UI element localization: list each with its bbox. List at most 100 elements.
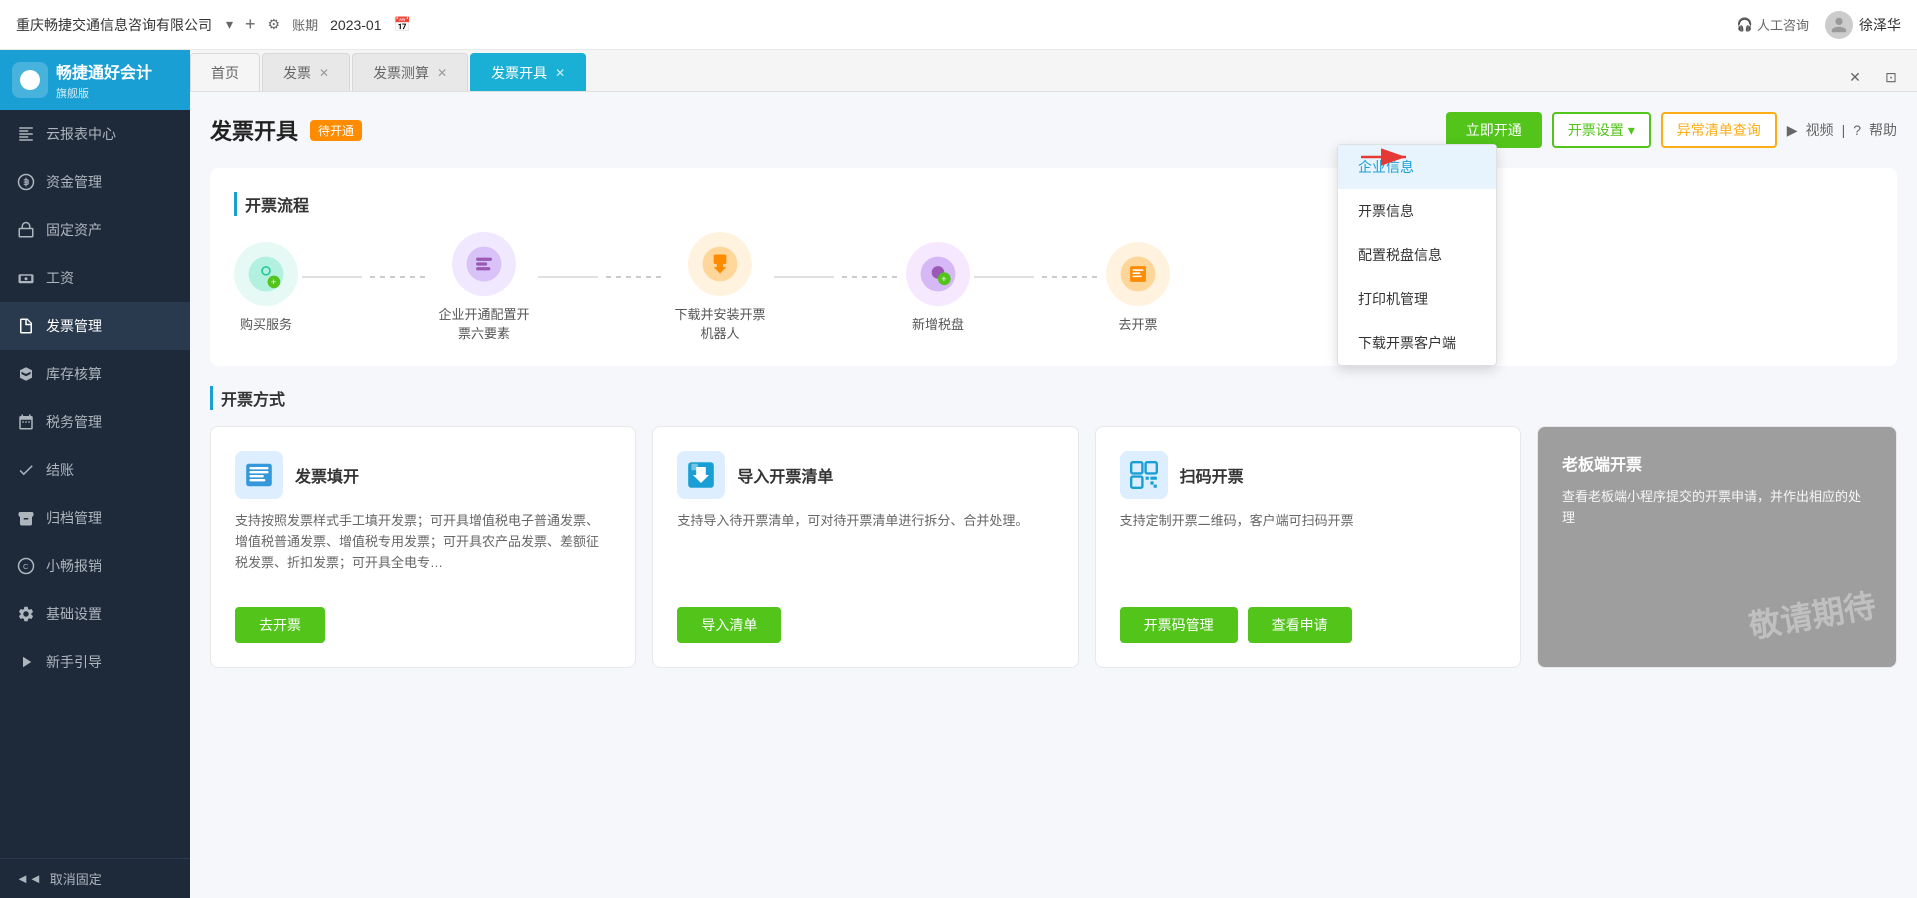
abnormal-btn[interactable]: 异常清单查询 bbox=[1661, 112, 1777, 148]
method-card-header: 老板端开票 bbox=[1562, 451, 1872, 475]
report-icon: C bbox=[16, 556, 36, 576]
flow-divider-dots2 bbox=[606, 276, 666, 278]
scan-apply-btn[interactable]: 查看申请 bbox=[1248, 607, 1352, 643]
sidebar-item-basic-settings[interactable]: 基础设置 bbox=[0, 590, 190, 638]
dropdown-item-printer[interactable]: 打印机管理 bbox=[1338, 277, 1496, 321]
status-badge: 待开通 bbox=[310, 120, 362, 141]
period-value: 2023-01 bbox=[330, 17, 381, 33]
top-bar-right: 🎧 人工咨询 徐泽华 bbox=[1737, 11, 1901, 39]
flow-step-add-tax: + 新增税盘 bbox=[906, 242, 970, 333]
top-bar: 重庆畅捷交通信息咨询有限公司 ▾ + ⚙ 账期 2023-01 📅 🎧 人工咨询… bbox=[0, 0, 1917, 50]
activate-btn[interactable]: 立即开通 bbox=[1446, 112, 1542, 148]
import-invoice-btn[interactable]: 导入清单 bbox=[677, 607, 781, 643]
sidebar-item-payroll[interactable]: 工资 bbox=[0, 254, 190, 302]
sidebar-item-fixed-assets[interactable]: 固定资产 bbox=[0, 206, 190, 254]
scan-invoice-icon bbox=[1120, 451, 1168, 499]
scan-manage-btn[interactable]: 开票码管理 bbox=[1120, 607, 1238, 643]
dropdown-item-download-client[interactable]: 下载开票客户端 bbox=[1338, 321, 1496, 365]
tab-invoice-label: 发票 bbox=[283, 63, 311, 83]
cloud-report-icon bbox=[16, 124, 36, 144]
tab-issue-close[interactable]: ✕ bbox=[555, 66, 565, 80]
sidebar-bottom-label: 取消固定 bbox=[50, 869, 102, 888]
user-info[interactable]: 徐泽华 bbox=[1825, 11, 1901, 39]
fill-invoice-icon bbox=[235, 451, 283, 499]
sidebar-item-label: 库存核算 bbox=[46, 364, 102, 384]
tab-maximize-btn[interactable]: ⊡ bbox=[1877, 63, 1905, 91]
settings-btn[interactable]: 开票设置 ▾ bbox=[1552, 112, 1651, 148]
consultant-btn[interactable]: 🎧 人工咨询 bbox=[1737, 15, 1809, 34]
method-card-scan: 扫码开票 支持定制开票二维码，客户端可扫码开票 开票码管理 查看申请 bbox=[1095, 426, 1521, 668]
sidebar-item-tax[interactable]: 税务管理 bbox=[0, 398, 190, 446]
flow-steps: + 购买服务 bbox=[234, 232, 1873, 342]
flow-divider-2 bbox=[538, 276, 598, 278]
sidebar-item-inventory[interactable]: 库存核算 bbox=[0, 350, 190, 398]
consultant-label: 人工咨询 bbox=[1757, 15, 1809, 34]
tax-icon bbox=[16, 412, 36, 432]
tab-invoice[interactable]: 发票 ✕ bbox=[262, 53, 350, 91]
sidebar-item-label: 归档管理 bbox=[46, 508, 102, 528]
sidebar-item-invoice[interactable]: 发票管理 bbox=[0, 302, 190, 350]
invoice-icon bbox=[16, 316, 36, 336]
calendar-icon[interactable]: 📅 bbox=[394, 16, 411, 33]
tab-right: ✕ ⊡ bbox=[1841, 63, 1917, 91]
avatar bbox=[1825, 11, 1853, 39]
page-header-actions: 立即开通 开票设置 ▾ 异常清单查询 ▶ 视频 | ? 帮助 bbox=[1446, 112, 1897, 148]
tab-home-label: 首页 bbox=[211, 63, 239, 83]
sidebar-item-new-guide[interactable]: 新手引导 bbox=[0, 638, 190, 686]
tab-invoice-close[interactable]: ✕ bbox=[319, 66, 329, 80]
fill-invoice-desc: 支持按照发票样式手工填开发票；可开具增值税电子普通发票、增值税普通发票、增值税专… bbox=[235, 511, 611, 591]
fixed-assets-icon bbox=[16, 220, 36, 240]
add-company-btn[interactable]: + bbox=[245, 14, 256, 35]
tab-bar: 首页 发票 ✕ 发票测算 ✕ 发票开具 ✕ ✕ ⊡ bbox=[190, 50, 1917, 92]
username: 徐泽华 bbox=[1859, 15, 1901, 35]
tab-invoice-calc-label: 发票测算 bbox=[373, 63, 429, 83]
flow-section-title: 开票流程 bbox=[234, 192, 1873, 216]
video-label[interactable]: 视频 bbox=[1806, 120, 1834, 140]
payroll-icon bbox=[16, 268, 36, 288]
svg-text:+: + bbox=[941, 273, 947, 284]
fill-invoice-btn[interactable]: 去开票 bbox=[235, 607, 325, 643]
dropdown-item-invoice-info[interactable]: 开票信息 bbox=[1338, 189, 1496, 233]
sidebar-item-settlement[interactable]: 结账 bbox=[0, 446, 190, 494]
tab-calc-close[interactable]: ✕ bbox=[437, 66, 447, 80]
dropdown-item-tax-disk[interactable]: 配置税盘信息 bbox=[1338, 233, 1496, 277]
tab-invoice-issue-label: 发票开具 bbox=[491, 63, 547, 83]
boss-invoice-desc: 查看老板端小程序提交的开票申请，并作出相应的处理 bbox=[1562, 487, 1872, 567]
flow-divider-1 bbox=[302, 276, 362, 278]
flow-step-download: 下载并安装开票机器人 bbox=[670, 232, 770, 342]
flow-step-label: 去开票 bbox=[1118, 314, 1157, 333]
company-dropdown-icon[interactable]: ▾ bbox=[226, 16, 233, 33]
go-invoice-icon bbox=[1106, 242, 1170, 306]
media-btns: ▶ 视频 | ? 帮助 bbox=[1787, 120, 1897, 140]
settings-btn-label: 开票设置 bbox=[1568, 120, 1624, 140]
sidebar-item-label: 新手引导 bbox=[46, 652, 102, 672]
page-title: 发票开具 bbox=[210, 114, 298, 146]
sidebar-item-cloud-report[interactable]: 云报表中心 bbox=[0, 110, 190, 158]
tab-invoice-issue[interactable]: 发票开具 ✕ bbox=[470, 53, 586, 91]
sidebar-bottom[interactable]: ◄◄ 取消固定 bbox=[0, 858, 190, 898]
fund-icon bbox=[16, 172, 36, 192]
tab-invoice-calc[interactable]: 发票测算 ✕ bbox=[352, 53, 468, 91]
help-label[interactable]: 帮助 bbox=[1869, 120, 1897, 140]
tab-close-btn[interactable]: ✕ bbox=[1841, 63, 1869, 91]
flow-step-label: 企业开通配置开票六要素 bbox=[434, 304, 534, 342]
flow-divider-4 bbox=[974, 276, 1034, 278]
page-content: 发票开具 待开通 立即开通 开票设置 ▾ 异常清单查询 ▶ 视频 | bbox=[190, 92, 1917, 898]
config-icon bbox=[452, 232, 516, 296]
flow-step-label: 购买服务 bbox=[240, 314, 292, 333]
sidebar-item-label: 税务管理 bbox=[46, 412, 102, 432]
scan-invoice-title: 扫码开票 bbox=[1180, 463, 1244, 487]
sidebar-item-report[interactable]: C 小畅报销 bbox=[0, 542, 190, 590]
sidebar: 畅捷通好会计 旗舰版 云报表中心 资金管理 bbox=[0, 50, 190, 898]
tab-home[interactable]: 首页 bbox=[190, 53, 260, 91]
sidebar-item-archive[interactable]: 归档管理 bbox=[0, 494, 190, 542]
sidebar-item-label: 发票管理 bbox=[46, 316, 102, 336]
overlay-text: 敬请期待 bbox=[1745, 580, 1879, 648]
logo-icon bbox=[12, 62, 48, 98]
flow-divider-dots4 bbox=[1042, 276, 1102, 278]
flow-divider-dots3 bbox=[842, 276, 902, 278]
settings-icon[interactable]: ⚙ bbox=[268, 16, 281, 33]
company-name[interactable]: 重庆畅捷交通信息咨询有限公司 bbox=[16, 15, 212, 35]
boss-invoice-title: 老板端开票 bbox=[1562, 451, 1642, 475]
sidebar-item-fund[interactable]: 资金管理 bbox=[0, 158, 190, 206]
